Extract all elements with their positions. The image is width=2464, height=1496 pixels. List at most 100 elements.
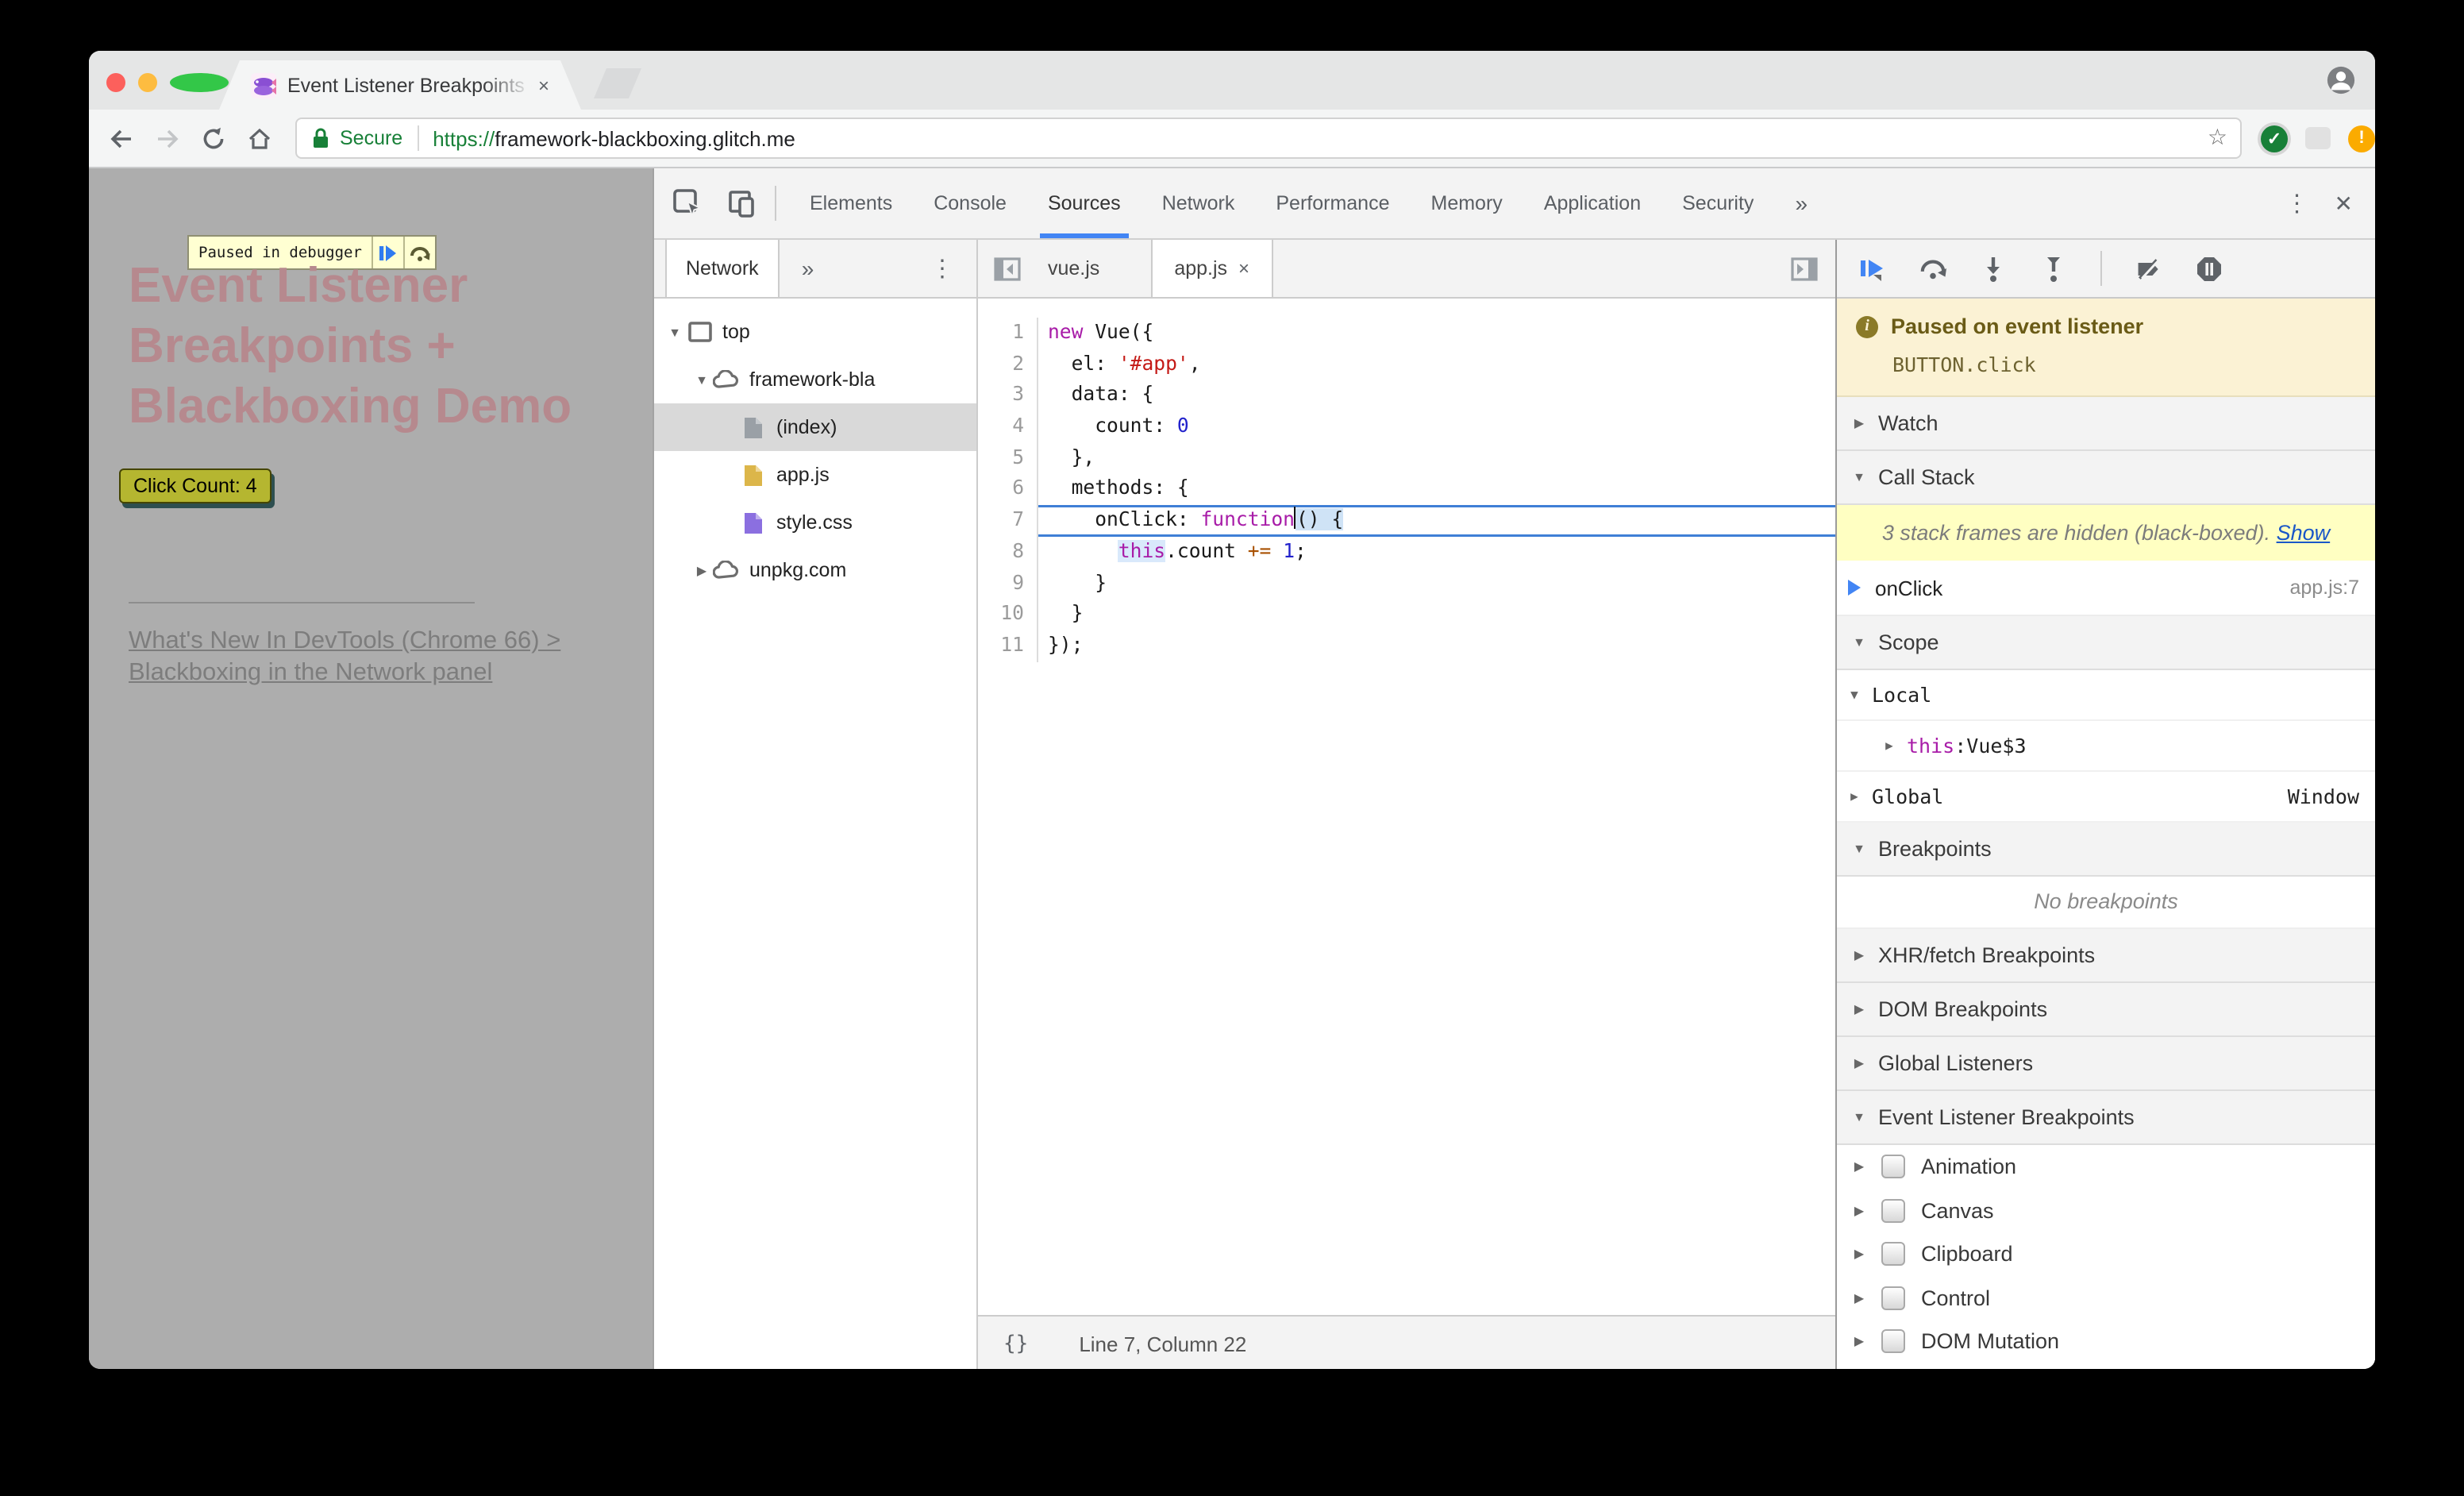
category-checkbox[interactable] xyxy=(1881,1155,1905,1179)
line-number[interactable]: 7 xyxy=(978,505,1038,537)
tab-close-icon[interactable]: × xyxy=(538,74,549,96)
chevron-right-icon[interactable]: ▶ xyxy=(1848,1291,1870,1305)
devtools-tab-console[interactable]: Console xyxy=(913,168,1027,238)
event-category-control[interactable]: ▶ Control xyxy=(1837,1276,2375,1320)
section-dom-breakpoints[interactable]: ▶ DOM Breakpoints xyxy=(1837,983,2375,1037)
editor-tab-vue-js[interactable]: vue.js xyxy=(1026,240,1122,297)
code-line-7[interactable]: 7 onClick: function() { xyxy=(978,505,1835,537)
pause-on-exceptions-icon[interactable] xyxy=(2196,255,2223,282)
event-category-canvas[interactable]: ▶ Canvas xyxy=(1837,1189,2375,1232)
chevron-right-icon[interactable]: ▶ xyxy=(1848,1160,1870,1174)
devtools-tab-sources[interactable]: Sources xyxy=(1027,168,1142,238)
tree-item-framework-bla[interactable]: ▼ framework-bla xyxy=(654,356,976,403)
line-number[interactable]: 3 xyxy=(978,380,1038,412)
home-icon[interactable] xyxy=(246,125,273,152)
extension-check-icon[interactable]: ✓ xyxy=(2261,125,2288,152)
devtools-tab-security[interactable]: Security xyxy=(1661,168,1774,238)
reload-icon[interactable] xyxy=(200,125,227,152)
section-scope[interactable]: ▼ Scope xyxy=(1837,616,2375,670)
call-stack-frame[interactable]: onClick app.js:7 xyxy=(1837,561,2375,616)
navigator-tab-network[interactable]: Network xyxy=(665,240,780,297)
devtools-menu-icon[interactable]: ⋮ xyxy=(2285,191,2309,215)
close-window-button[interactable] xyxy=(106,73,125,92)
event-category-animation[interactable]: ▶ Animation xyxy=(1837,1145,2375,1189)
section-event-listener-breakpoints[interactable]: ▼ Event Listener Breakpoints xyxy=(1837,1091,2375,1145)
code-line-9[interactable]: 9 } xyxy=(978,568,1835,600)
extension-disabled-icon[interactable] xyxy=(2305,127,2331,149)
profile-avatar-icon[interactable] xyxy=(2326,65,2356,95)
code-line-6[interactable]: 6 methods: { xyxy=(978,473,1835,506)
code-line-1[interactable]: 1 new Vue({ xyxy=(978,318,1835,349)
section-call-stack[interactable]: ▼ Call Stack xyxy=(1837,451,2375,505)
scope-local-row[interactable]: ▼ Local xyxy=(1837,670,2375,721)
section-global-listeners[interactable]: ▶ Global Listeners xyxy=(1837,1037,2375,1091)
devtools-tab-memory[interactable]: Memory xyxy=(1411,168,1523,238)
devtools-tab-application[interactable]: Application xyxy=(1523,168,1661,238)
new-tab-button[interactable] xyxy=(594,68,641,98)
code-line-10[interactable]: 10 } xyxy=(978,599,1835,630)
section-breakpoints[interactable]: ▼ Breakpoints xyxy=(1837,823,2375,877)
chevron-right-icon[interactable]: ▶ xyxy=(1848,1335,1870,1349)
code-line-11[interactable]: 11}); xyxy=(978,630,1835,662)
tree-item-top[interactable]: ▼ top xyxy=(654,308,976,356)
step-out-icon[interactable] xyxy=(2040,255,2067,282)
show-blackboxed-link[interactable]: Show xyxy=(2277,521,2331,545)
minimize-window-button[interactable] xyxy=(138,73,157,92)
line-number[interactable]: 2 xyxy=(978,349,1038,380)
zoom-window-button[interactable] xyxy=(170,73,230,92)
line-number[interactable]: 4 xyxy=(978,411,1038,443)
tree-item-unpkg-com[interactable]: ▶ unpkg.com xyxy=(654,546,976,594)
url-bar[interactable]: Secure https://framework-blackboxing.gli… xyxy=(295,118,2242,159)
event-category-clipboard[interactable]: ▶ Clipboard xyxy=(1837,1232,2375,1276)
code-line-2[interactable]: 2 el: '#app', xyxy=(978,349,1835,380)
inspect-element-icon[interactable] xyxy=(667,183,708,224)
device-toolbar-icon[interactable] xyxy=(721,183,762,224)
back-icon[interactable] xyxy=(108,125,135,152)
scope-this-row[interactable]: ▶ this: Vue$3 xyxy=(1837,721,2375,772)
devtools-tab-performance[interactable]: Performance xyxy=(1255,168,1410,238)
browser-tab[interactable]: Event Listener Breakpoints + B × xyxy=(219,60,581,110)
show-debugger-sidebar-icon[interactable] xyxy=(1784,249,1823,287)
devtools-tab-network[interactable]: Network xyxy=(1142,168,1256,238)
line-number[interactable]: 10 xyxy=(978,599,1038,630)
scope-global-row[interactable]: ▶ Global Window xyxy=(1837,772,2375,823)
tree-item--index-[interactable]: (index) xyxy=(654,403,976,451)
line-number[interactable]: 8 xyxy=(978,536,1038,568)
tree-expander-icon[interactable]: ▼ xyxy=(691,372,713,387)
devtools-close-icon[interactable]: ✕ xyxy=(2335,190,2353,217)
deactivate-breakpoints-icon[interactable] xyxy=(2135,255,2162,282)
editor-tab-close-icon[interactable]: × xyxy=(1238,257,1249,280)
tree-item-app-js[interactable]: app.js xyxy=(654,451,976,499)
navigator-menu-icon[interactable]: ⋮ xyxy=(930,254,954,283)
code-line-4[interactable]: 4 count: 0 xyxy=(978,411,1835,443)
devtools-more-tabs-icon[interactable]: » xyxy=(1774,168,1828,238)
line-number[interactable]: 11 xyxy=(978,630,1038,662)
code-line-3[interactable]: 3 data: { xyxy=(978,380,1835,412)
line-number[interactable]: 6 xyxy=(978,473,1038,506)
code-line-8[interactable]: 8 this.count += 1; xyxy=(978,536,1835,568)
line-number[interactable]: 9 xyxy=(978,568,1038,600)
forward-icon[interactable] xyxy=(154,125,181,152)
navigator-more-tabs-icon[interactable]: » xyxy=(802,256,814,281)
code-line-5[interactable]: 5 }, xyxy=(978,442,1835,474)
devtools-tab-elements[interactable]: Elements xyxy=(789,168,913,238)
pretty-print-icon[interactable]: {} xyxy=(1003,1332,1028,1355)
page-link[interactable]: What's New In DevTools (Chrome 66) > Bla… xyxy=(129,626,599,689)
chevron-right-icon[interactable]: ▶ xyxy=(1848,1204,1870,1218)
tree-expander-icon[interactable]: ▼ xyxy=(664,325,686,339)
extension-alert-icon[interactable]: ! xyxy=(2348,125,2375,152)
event-category-dom-mutation[interactable]: ▶ DOM Mutation xyxy=(1837,1320,2375,1363)
category-checkbox[interactable] xyxy=(1881,1198,1905,1223)
code-editor[interactable]: 1 new Vue({2 el: '#app', 3 data: {4 count:… xyxy=(978,299,1835,1315)
tree-item-style-css[interactable]: style.css xyxy=(654,499,976,546)
hide-navigator-icon[interactable] xyxy=(988,249,1026,287)
tree-expander-icon[interactable]: ▶ xyxy=(691,563,713,577)
frame-location[interactable]: app.js:7 xyxy=(2289,576,2375,599)
category-checkbox[interactable] xyxy=(1881,1242,1905,1267)
click-count-button[interactable]: Click Count: 4 xyxy=(119,468,271,503)
step-over-icon[interactable] xyxy=(1919,255,1946,282)
category-checkbox[interactable] xyxy=(1881,1286,1905,1310)
section-xhr-breakpoints[interactable]: ▶ XHR/fetch Breakpoints xyxy=(1837,929,2375,983)
step-into-icon[interactable] xyxy=(1980,255,2007,282)
section-watch[interactable]: ▶ Watch xyxy=(1837,397,2375,451)
